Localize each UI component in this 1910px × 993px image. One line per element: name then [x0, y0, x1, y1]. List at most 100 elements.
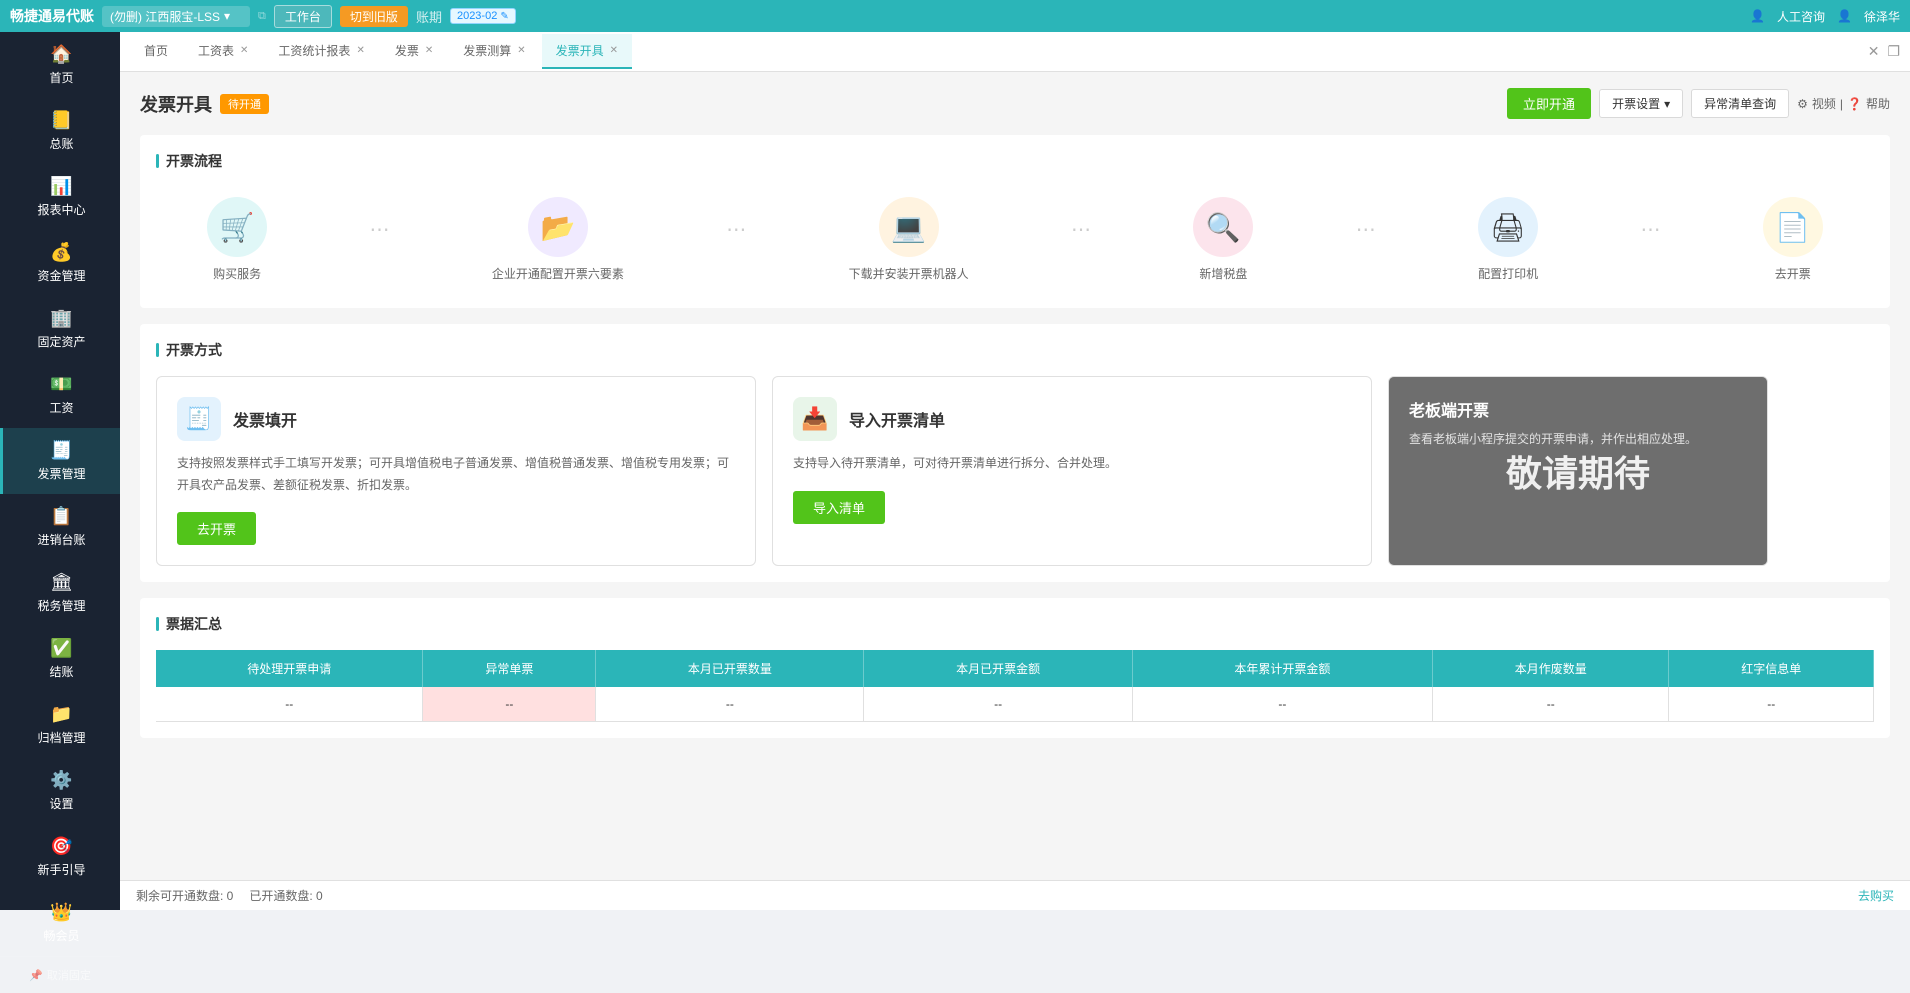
col-month-qty: 本月已开票数量 — [596, 650, 864, 687]
settings-dropdown-icon: ▾ — [1664, 97, 1670, 111]
sidebar-item-asset-label: 固定资产 — [37, 333, 85, 350]
flow-step-buy[interactable]: 🛒 购买服务 — [207, 197, 267, 282]
tab-invoice-calc-close[interactable]: ✕ — [517, 45, 525, 56]
config-printer-icon: 🖨 — [1478, 197, 1538, 257]
import-invoice-card: 📥 导入开票清单 支持导入待开票清单，可对待开票清单进行拆分、合并处理。 导入清… — [772, 376, 1372, 566]
close-tab-icon[interactable]: ✕ — [1868, 43, 1880, 60]
help-icon: ❓ — [1847, 97, 1862, 111]
invoice-icon: 🧾 — [50, 440, 72, 461]
support-label[interactable]: 人工咨询 — [1777, 8, 1825, 25]
sidebar-item-tax[interactable]: 🏛 税务管理 — [0, 560, 120, 626]
sidebar-item-settle[interactable]: ✅ 结账 — [0, 626, 120, 692]
tab-invoice-calc-label: 发票测算 — [463, 42, 511, 59]
tab-invoice-list-close[interactable]: ✕ — [425, 45, 433, 56]
remaining-quota: 剩余可开通数盘: 0 — [136, 887, 233, 904]
sidebar-unpin-button[interactable]: 📌 取消固定 — [0, 957, 120, 993]
import-card-header: 📥 导入开票清单 — [793, 397, 1351, 441]
setup-enterprise-label: 企业开通配置开票六要素 — [492, 265, 624, 282]
sidebar-item-member[interactable]: 👑 畅会员 — [0, 890, 120, 956]
settle-icon: ✅ — [50, 638, 72, 659]
tab-bar-actions: ✕ ❐ — [1868, 43, 1900, 60]
sidebar-item-salary[interactable]: 💵 工资 — [0, 362, 120, 428]
tab-salary-stat-label: 工资统计报表 — [278, 42, 350, 59]
open-now-button[interactable]: 立即开通 — [1507, 88, 1591, 119]
tab-invoice-calc[interactable]: 发票测算 ✕ — [449, 34, 539, 69]
unpin-icon: 📌 — [29, 969, 43, 982]
worktable-button[interactable]: 工作台 — [274, 5, 332, 28]
tab-salary-stat-close[interactable]: ✕ — [356, 45, 364, 56]
buy-service-label: 购买服务 — [213, 265, 261, 282]
flow-step-taxbox[interactable]: 🔍 新增税盘 — [1193, 197, 1253, 282]
page-actions: 立即开通 开票设置 ▾ 异常清单查询 ⚙ 视频 | ❓ 帮助 — [1507, 88, 1890, 119]
ledger-icon: 📒 — [50, 110, 72, 131]
flow-section: 开票流程 🛒 购买服务 ⋯ 📂 企业开通配置开票六要素 ⋯ 💻 下载并安装开票机… — [140, 135, 1890, 308]
tab-invoice-open[interactable]: 发票开具 ✕ — [542, 34, 632, 69]
fill-invoice-button[interactable]: 去开票 — [177, 512, 256, 545]
flow-step-setup[interactable]: 📂 企业开通配置开票六要素 — [492, 197, 624, 282]
company-selector[interactable]: (勿删) 江西服宝-LSS ▾ — [102, 6, 250, 27]
help-label[interactable]: 帮助 — [1866, 95, 1890, 112]
sidebar-item-invoice[interactable]: 🧾 发票管理 — [0, 428, 120, 494]
cell-void-qty: -- — [1432, 687, 1668, 722]
page-tools: ⚙ 视频 | ❓ 帮助 — [1797, 95, 1890, 112]
fill-card-title: 发票填开 — [233, 407, 297, 431]
sidebar-item-purchase[interactable]: 📋 进销台账 — [0, 494, 120, 560]
sidebar-item-settle-label: 结账 — [49, 663, 73, 680]
goto-buy-link[interactable]: 去购买 — [1858, 887, 1894, 904]
company-name: (勿删) 江西服宝-LSS — [110, 8, 220, 25]
tab-home[interactable]: 首页 — [130, 34, 182, 69]
flow-arrow-1: ⋯ — [370, 217, 390, 242]
sidebar-item-salary-label: 工资 — [49, 399, 73, 416]
period-edit-icon[interactable]: ✎ — [500, 11, 508, 22]
sidebar-item-report[interactable]: 📊 报表中心 — [0, 164, 120, 230]
flow-steps: 🛒 购买服务 ⋯ 📂 企业开通配置开票六要素 ⋯ 💻 下载并安装开票机器人 ⋯ — [156, 187, 1874, 292]
view-label[interactable]: 视频 — [1812, 95, 1836, 112]
sidebar-item-guide[interactable]: 🎯 新手引导 — [0, 824, 120, 890]
flow-section-title: 开票流程 — [156, 151, 1874, 171]
download-robot-label: 下载并安装开票机器人 — [849, 265, 969, 282]
restore-tab-icon[interactable]: ❐ — [1887, 43, 1900, 60]
sidebar-item-archive-label: 归档管理 — [37, 729, 85, 746]
sidebar-item-ledger[interactable]: 📒 总账 — [0, 98, 120, 164]
col-month-amount: 本月已开票金额 — [864, 650, 1132, 687]
sidebar-item-asset[interactable]: 🏢 固定资产 — [0, 296, 120, 362]
sidebar-item-home[interactable]: 🏠 首页 — [0, 32, 120, 98]
period-tag[interactable]: 2023-02 ✎ — [450, 8, 516, 24]
method-section-title: 开票方式 — [156, 340, 1874, 360]
unpin-label: 取消固定 — [47, 967, 91, 983]
open-settings-button[interactable]: 开票设置 ▾ — [1599, 89, 1683, 118]
add-taxbox-icon: 🔍 — [1193, 197, 1253, 257]
sidebar-item-fund[interactable]: 💰 资金管理 — [0, 230, 120, 296]
old-card-overlay: 老板端开票 查看老板端小程序提交的开票申请，并作出相应处理。 敬请期待 — [1389, 377, 1767, 565]
make-invoice-label: 去开票 — [1775, 265, 1811, 282]
old-card-title: 老板端开票 — [1409, 397, 1747, 421]
flow-step-make[interactable]: 📄 去开票 — [1763, 197, 1823, 282]
sidebar-item-archive[interactable]: 📁 归档管理 — [0, 692, 120, 758]
summary-table: 待处理开票申请 异常单票 本月已开票数量 本月已开票金额 本年累计开票金额 本月… — [156, 650, 1874, 722]
copy-icon[interactable]: ⧉ — [258, 10, 266, 23]
flow-step-printer[interactable]: 🖨 配置打印机 — [1478, 197, 1538, 282]
tab-salary-table[interactable]: 工资表 ✕ — [184, 34, 262, 69]
cell-year-amount: -- — [1132, 687, 1432, 722]
col-abnormal: 异常单票 — [423, 650, 596, 687]
fill-invoice-card: 🧾 发票填开 支持按照发票样式手工填写开发票；可开具增值税电子普通发票、增值税普… — [156, 376, 756, 566]
tab-invoice-list[interactable]: 发票 ✕ — [381, 34, 447, 69]
method-section: 开票方式 🧾 发票填开 支持按照发票样式手工填写开发票；可开具增值税电子普通发票… — [140, 324, 1890, 582]
purchase-icon: 📋 — [50, 506, 72, 527]
flow-step-download[interactable]: 💻 下载并安装开票机器人 — [849, 197, 969, 282]
abnormal-query-button[interactable]: 异常清单查询 — [1691, 89, 1789, 118]
tab-invoice-open-label: 发票开具 — [556, 42, 604, 59]
fill-icon: 🧾 — [177, 397, 221, 441]
app-logo: 畅捷通易代账 — [10, 6, 94, 26]
tab-salary-table-close[interactable]: ✕ — [240, 45, 248, 56]
sidebar-item-home-label: 首页 — [49, 69, 73, 86]
tab-salary-stat[interactable]: 工资统计报表 ✕ — [264, 34, 378, 69]
tab-invoice-open-close[interactable]: ✕ — [610, 45, 618, 56]
import-invoice-button[interactable]: 导入清单 — [793, 491, 885, 524]
config-printer-label: 配置打印机 — [1478, 265, 1538, 282]
main-content: 首页 工资表 ✕ 工资统计报表 ✕ 发票 ✕ 发票测算 ✕ 发票开具 ✕ — [120, 32, 1910, 910]
sidebar-item-settings[interactable]: ⚙️ 设置 — [0, 758, 120, 824]
user-name[interactable]: 徐泽华 — [1864, 8, 1900, 25]
old-version-button[interactable]: 切到旧版 — [340, 6, 408, 27]
guide-icon: 🎯 — [50, 836, 72, 857]
